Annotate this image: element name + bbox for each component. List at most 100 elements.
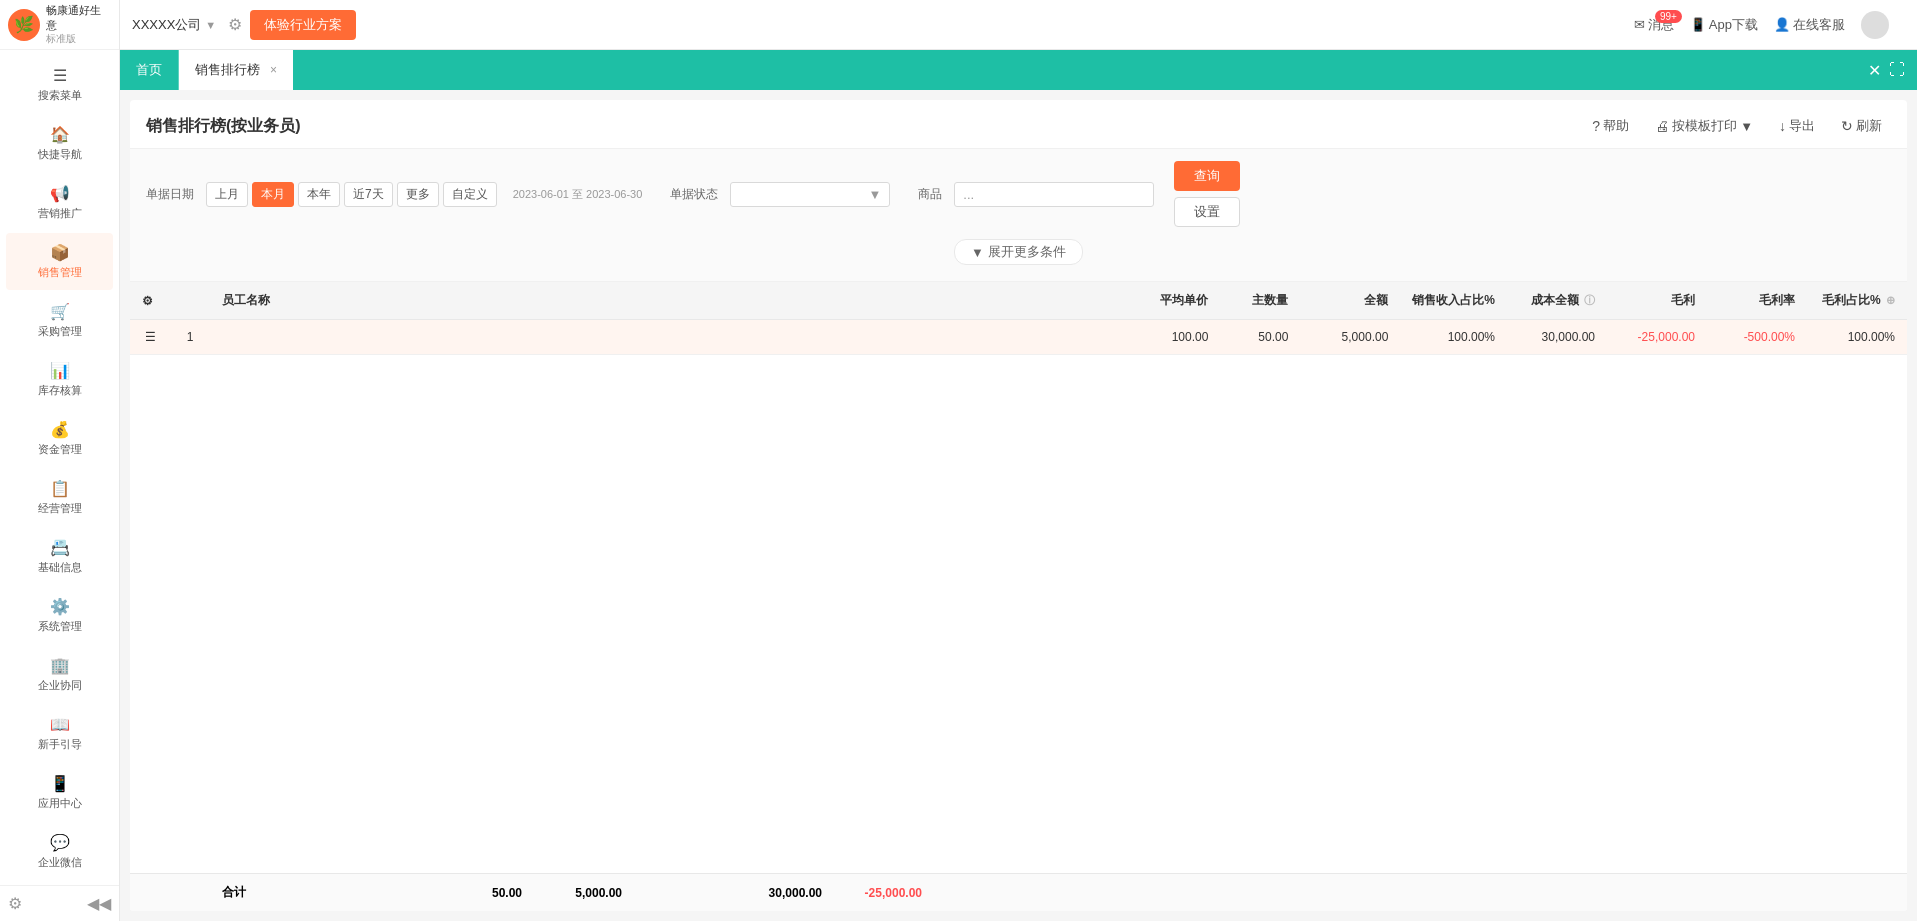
col-sales-pct-header: 销售收入占比%: [1400, 282, 1507, 320]
sidebar-item-sales[interactable]: 📦销售管理: [6, 233, 113, 290]
sidebar-item-quick-nav[interactable]: 🏠 快捷导航: [6, 115, 113, 172]
sidebar-item-operations[interactable]: 📋经营管理: [6, 469, 113, 526]
help-icon: ?: [1592, 118, 1600, 134]
col-name-header: 员工名称: [210, 282, 1120, 320]
row-rank: 1: [170, 320, 210, 355]
tabbar: 首页 销售排行榜 × ✕ ⛶: [120, 50, 1917, 90]
sidebar-label-purchase: 采购管理: [38, 324, 82, 339]
expand-more-row: ▼ 展开更多条件: [146, 235, 1891, 269]
sidebar-label-inventory: 库存核算: [38, 383, 82, 398]
row-name: [210, 320, 1120, 355]
sidebar-label-marketing: 营销推广: [38, 206, 82, 221]
maximize-icon[interactable]: ⛶: [1889, 61, 1905, 79]
content-area: 销售排行榜(按业务员) ? 帮助 🖨 按模板打印 ▼ ↓ 导出: [120, 90, 1917, 921]
date-btn-7days[interactable]: 近7天: [344, 182, 393, 207]
date-label: 单据日期: [146, 186, 194, 203]
message-icon: ✉: [1634, 17, 1645, 32]
col-settings-header[interactable]: ⚙: [130, 282, 170, 320]
sidebar-item-marketing[interactable]: 📢 营销推广: [6, 174, 113, 231]
sidebar-label-operations: 经营管理: [38, 501, 82, 516]
footer-profit: -25,000.00: [822, 886, 922, 900]
refresh-icon: ↻: [1841, 118, 1853, 134]
refresh-btn[interactable]: ↻ 刷新: [1832, 112, 1891, 140]
col-avg-price-header: 平均单价: [1120, 282, 1220, 320]
avatar[interactable]: [1861, 11, 1889, 39]
header-row: ⚙ 员工名称 平均单价 主数量 全额 销售收入占比% 成本全额 ⓘ 毛利 毛利率: [130, 282, 1907, 320]
goods-input[interactable]: ...: [954, 182, 1154, 207]
col-qty-header: 主数量: [1220, 282, 1300, 320]
status-select[interactable]: ▼: [730, 182, 890, 207]
footer-qty: 50.00: [442, 886, 522, 900]
date-btn-last-month[interactable]: 上月: [206, 182, 248, 207]
collapse-icon[interactable]: ◀◀: [87, 894, 111, 913]
online-service-btn[interactable]: 👤 在线客服: [1774, 16, 1845, 34]
cost-help-icon[interactable]: ⓘ: [1584, 294, 1595, 306]
sidebar-label-sales: 销售管理: [38, 265, 82, 280]
table-footer: 合计 50.00 5,000.00 30,000.00 -25,000.00: [130, 873, 1907, 911]
row-settings[interactable]: ☰: [130, 320, 170, 355]
sidebar: 🌿 畅康通好生意 标准版 ☰搜索菜单🏠快捷导航📢营销推广📦销售管理🛒采购管理📊库…: [0, 0, 120, 921]
row-sales-pct: 100.00%: [1400, 320, 1507, 355]
sidebar-nav: ☰搜索菜单 🏠 快捷导航 📢 营销推广 📦销售管理 🛒 采购管理 📊 库存核算 💰资金管理📋经营管理…: [0, 50, 119, 885]
tab-close-icon[interactable]: ×: [270, 63, 277, 77]
sidebar-item-app-center[interactable]: 📱应用中心: [6, 764, 113, 821]
footer-amount: 5,000.00: [522, 886, 622, 900]
sidebar-item-system[interactable]: ⚙️系统管理: [6, 587, 113, 644]
status-label: 单据状态: [670, 186, 718, 203]
settings-icon[interactable]: ⚙: [8, 894, 22, 913]
trial-btn[interactable]: 体验行业方案: [250, 10, 356, 40]
sidebar-bottom: ⚙ ◀◀: [0, 885, 119, 921]
expand-more-btn[interactable]: ▼ 展开更多条件: [954, 239, 1083, 265]
close-window-icon[interactable]: ✕: [1868, 61, 1881, 80]
date-btn-this-year[interactable]: 本年: [298, 182, 340, 207]
date-btn-custom[interactable]: 自定义: [443, 182, 497, 207]
sidebar-icon-marketing: 📢: [50, 184, 70, 203]
sidebar-item-newbie[interactable]: 📖新手引导: [6, 705, 113, 762]
service-label: 在线客服: [1793, 16, 1845, 34]
topbar-right: ✉ 消息 99+ 📱 App下载 👤 在线客服: [1634, 11, 1905, 39]
sidebar-item-inventory[interactable]: 📊 库存核算: [6, 351, 113, 408]
sidebar-label-corp-collab: 企业协同: [38, 678, 82, 693]
sidebar-label-quick-nav: 快捷导航: [38, 147, 82, 162]
goods-label: 商品: [918, 186, 942, 203]
company-dropdown-icon: ▼: [205, 19, 216, 31]
footer-total-label: 合计: [222, 884, 342, 901]
date-btn-this-month[interactable]: 本月: [252, 182, 294, 207]
filter-buttons: 查询 设置: [1174, 161, 1240, 227]
template-print-btn[interactable]: 🖨 按模板打印 ▼: [1646, 112, 1762, 140]
service-icon: 👤: [1774, 17, 1790, 32]
row-profit: -25,000.00: [1607, 320, 1707, 355]
sidebar-item-corp-collab[interactable]: 🏢企业协同: [6, 646, 113, 703]
tab-sales-ranking[interactable]: 销售排行榜 ×: [179, 50, 293, 90]
app-download-btn[interactable]: 📱 App下载: [1690, 16, 1758, 34]
logo-icon: 🌿: [8, 9, 40, 41]
sidebar-icon-quick-nav: 🏠: [50, 125, 70, 144]
message-btn[interactable]: ✉ 消息 99+: [1634, 16, 1674, 34]
sidebar-icon-inventory: 📊: [50, 361, 70, 380]
tab-home-label: 首页: [136, 61, 162, 79]
company-selector[interactable]: XXXXX公司 ▼: [132, 16, 216, 34]
query-btn[interactable]: 查询: [1174, 161, 1240, 191]
sidebar-item-purchase[interactable]: 🛒 采购管理: [6, 292, 113, 349]
help-btn[interactable]: ? 帮助: [1583, 112, 1638, 140]
sidebar-item-corp-wechat[interactable]: 💬企业微信: [6, 823, 113, 880]
filter-area: 单据日期 上月 本月 本年 近7天 更多 自定义 2023-06-01 至 20…: [130, 149, 1907, 282]
date-btn-more[interactable]: 更多: [397, 182, 439, 207]
col-profit-rate-header: 毛利率: [1707, 282, 1807, 320]
topbar-settings-icon[interactable]: ⚙: [228, 15, 242, 34]
sidebar-icon-search-orders: ☰: [53, 66, 67, 85]
tab-home[interactable]: 首页: [120, 50, 179, 90]
sidebar-icon-purchase: 🛒: [50, 302, 70, 321]
sidebar-item-basic-info[interactable]: 📇基础信息: [6, 528, 113, 585]
filter-settings-btn[interactable]: 设置: [1174, 197, 1240, 227]
sidebar-item-finance[interactable]: 💰资金管理: [6, 410, 113, 467]
profit-pct-help-icon[interactable]: ⊕: [1886, 294, 1895, 306]
export-icon: ↓: [1779, 118, 1786, 134]
export-btn[interactable]: ↓ 导出: [1770, 112, 1824, 140]
help-label: 帮助: [1603, 117, 1629, 135]
sidebar-item-search-orders[interactable]: ☰搜索菜单: [6, 56, 113, 113]
table-header: ⚙ 员工名称 平均单价 主数量 全额 销售收入占比% 成本全额 ⓘ 毛利 毛利率: [130, 282, 1907, 320]
expand-more-label: 展开更多条件: [988, 243, 1066, 261]
sidebar-icon-finance: 💰: [50, 420, 70, 439]
row-profit-rate: -500.00%: [1707, 320, 1807, 355]
